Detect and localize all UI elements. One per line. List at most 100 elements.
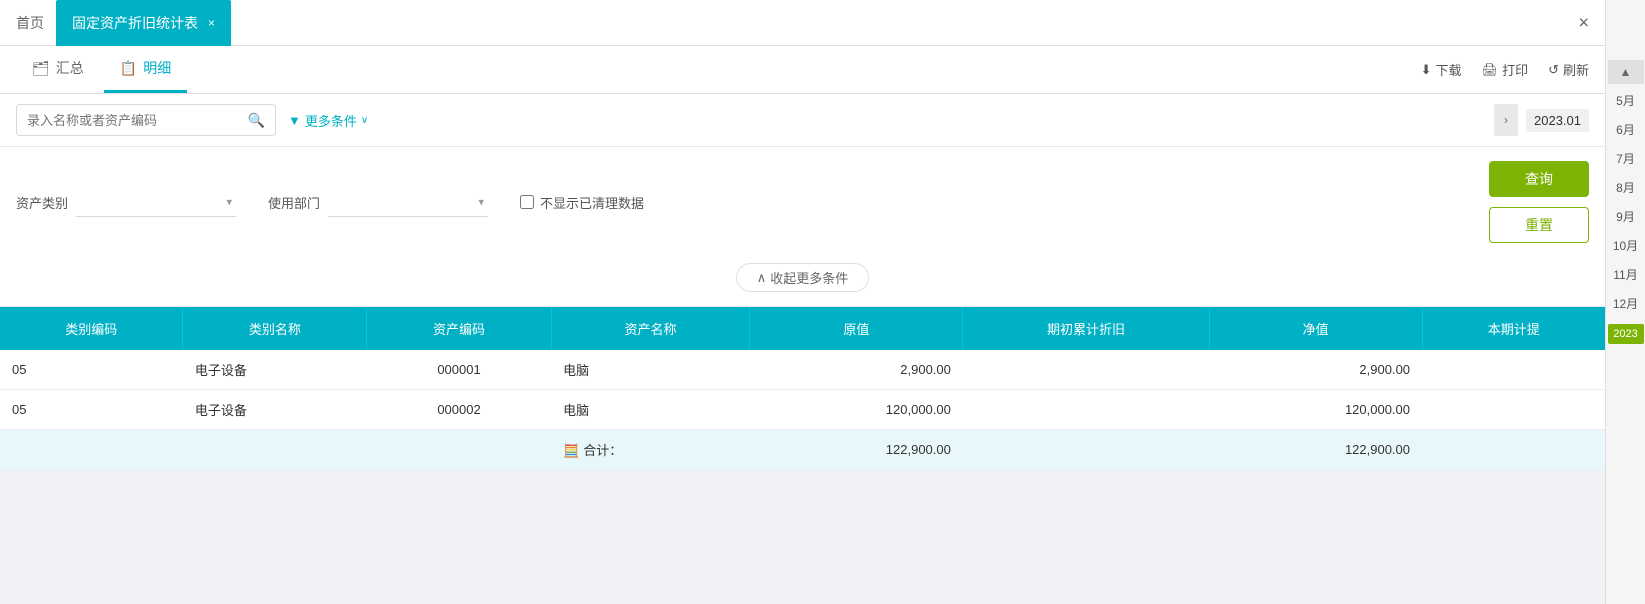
table-row: 05 电子设备 000001 电脑 2,900.00 2,900.00 (0, 350, 1605, 390)
sidebar-month-item[interactable]: 5月 (1608, 86, 1644, 115)
search-input-wrap: 🔍 (16, 104, 276, 136)
cell-cumulative-depreciation (963, 390, 1209, 430)
col-asset-code: 资产编码 (367, 307, 551, 350)
use-department-select-wrap (328, 187, 488, 217)
refresh-label: 刷新 (1563, 60, 1589, 79)
cell-asset-name: 电脑 (551, 350, 750, 390)
asset-category-filter: 资产类别 (16, 187, 236, 217)
cell-net-value: 2,900.00 (1209, 350, 1422, 390)
right-sidebar: ▲ 5月6月7月8月9月10月11月12月 2023 (1605, 0, 1645, 604)
cell-cumulative-depreciation (963, 350, 1209, 390)
sidebar-month-item[interactable]: 6月 (1608, 115, 1644, 144)
sub-tabs-left: 🗂 汇总 📋 明细 (16, 46, 191, 93)
use-department-label: 使用部门 (268, 193, 320, 212)
no-cleared-label: 不显示已清理数据 (540, 193, 644, 212)
search-input[interactable] (27, 113, 248, 128)
calculator-icon: 🧮 (563, 443, 579, 458)
sidebar-month-item[interactable]: 7月 (1608, 144, 1644, 173)
reset-button[interactable]: 重置 (1489, 207, 1589, 243)
date-label: 2023.01 (1526, 109, 1589, 132)
collapse-label: 收起更多条件 (770, 268, 848, 287)
sub-tabs-bar: 🗂 汇总 📋 明细 ⬇ 下载 🖨 打印 ↺ 刷新 (0, 46, 1605, 94)
filter-buttons: 查询 重置 (1489, 161, 1589, 243)
tab-detail[interactable]: 📋 明细 (104, 46, 187, 93)
cell-current-depreciation (1422, 390, 1605, 430)
total-label-cell (0, 430, 551, 470)
table-header-row: 类别编码 类别名称 资产编码 资产名称 原值 期初累计折旧 净值 本期计提 (0, 307, 1605, 350)
asset-category-select-wrap (76, 187, 236, 217)
sidebar-months: 5月6月7月8月9月10月11月12月 (1608, 86, 1644, 318)
asset-category-select[interactable] (76, 187, 236, 217)
filter-row: 资产类别 使用部门 不显示已清理数据 (16, 161, 1589, 243)
cell-category-name: 电子设备 (183, 390, 367, 430)
search-icon: 🔍 (248, 112, 265, 129)
total-label: 🧮合计： (551, 430, 750, 470)
col-asset-name: 资产名称 (551, 307, 750, 350)
use-department-filter: 使用部门 (268, 187, 488, 217)
window-close-button[interactable]: × (1578, 12, 1589, 33)
tab-summary-label: 汇总 (56, 58, 84, 78)
col-cumulative-depreciation: 期初累计折旧 (963, 307, 1209, 350)
active-tab[interactable]: 固定资产折旧统计表 × (56, 0, 231, 46)
sidebar-month-item[interactable]: 11月 (1608, 260, 1644, 289)
cell-asset-code: 000002 (367, 390, 551, 430)
tab-label: 固定资产折旧统计表 (72, 13, 198, 33)
data-table-wrap: 类别编码 类别名称 资产编码 资产名称 原值 期初累计折旧 净值 本期计提 05… (0, 307, 1605, 470)
year-badge[interactable]: 2023 (1608, 324, 1644, 344)
tab-summary[interactable]: 🗂 汇总 (16, 46, 100, 93)
total-cumulative-depreciation (963, 430, 1209, 470)
toolbar-area: ⬇ 下载 🖨 打印 ↺ 刷新 (1421, 60, 1589, 79)
print-icon: 🖨 (1482, 62, 1499, 78)
use-department-select[interactable] (328, 187, 488, 217)
cell-original-value: 2,900.00 (750, 350, 963, 390)
cell-original-value: 120,000.00 (750, 390, 963, 430)
col-category-name: 类别名称 (183, 307, 367, 350)
expand-panel-button[interactable]: › (1494, 104, 1518, 136)
cell-asset-name: 电脑 (551, 390, 750, 430)
sidebar-month-item[interactable]: 9月 (1608, 202, 1644, 231)
col-net-value: 净值 (1209, 307, 1422, 350)
cell-category-code: 05 (0, 350, 183, 390)
sidebar-month-item[interactable]: 8月 (1608, 173, 1644, 202)
table-row: 05 电子设备 000002 电脑 120,000.00 120,000.00 (0, 390, 1605, 430)
search-bar: 🔍 ▼ 更多条件 ∨ › 2023.01 (0, 94, 1605, 147)
sidebar-up-button[interactable]: ▲ (1608, 60, 1644, 84)
print-button[interactable]: 🖨 打印 (1482, 60, 1529, 79)
download-icon: ⬇ (1421, 62, 1432, 78)
total-net-value: 122,900.00 (1209, 430, 1422, 470)
detail-icon: 📋 (120, 60, 137, 77)
collapse-more-area: ∧ 收起更多条件 (16, 255, 1589, 296)
more-conditions-button[interactable]: ▼ 更多条件 ∨ (288, 111, 368, 130)
cell-category-code: 05 (0, 390, 183, 430)
refresh-button[interactable]: ↺ 刷新 (1548, 60, 1589, 79)
tab-detail-label: 明细 (143, 58, 171, 78)
top-nav: 首页 固定资产折旧统计表 × × (0, 0, 1605, 46)
download-button[interactable]: ⬇ 下载 (1421, 60, 1462, 79)
total-row: 🧮合计： 122,900.00 122,900.00 (0, 430, 1605, 470)
cell-net-value: 120,000.00 (1209, 390, 1422, 430)
col-original-value: 原值 (750, 307, 963, 350)
filter-icon: ▼ (288, 113, 301, 128)
tab-close-icon[interactable]: × (208, 16, 215, 30)
refresh-icon: ↺ (1548, 62, 1559, 78)
col-category-code: 类别编码 (0, 307, 183, 350)
sidebar-month-item[interactable]: 10月 (1608, 231, 1644, 260)
chevron-down-icon: ∨ (361, 115, 368, 126)
total-current-depreciation (1422, 430, 1605, 470)
total-original-value: 122,900.00 (750, 430, 963, 470)
sidebar-month-item[interactable]: 12月 (1608, 289, 1644, 318)
no-cleared-checkbox[interactable] (520, 195, 534, 209)
col-current-depreciation: 本期计提 (1422, 307, 1605, 350)
home-tab[interactable]: 首页 (16, 13, 56, 33)
chevron-up-icon: ∧ (757, 270, 767, 286)
cell-category-name: 电子设备 (183, 350, 367, 390)
print-label: 打印 (1502, 60, 1528, 79)
cell-asset-code: 000001 (367, 350, 551, 390)
data-table: 类别编码 类别名称 资产编码 资产名称 原值 期初累计折旧 净值 本期计提 05… (0, 307, 1605, 470)
asset-category-label: 资产类别 (16, 193, 68, 212)
download-label: 下载 (1436, 60, 1462, 79)
cell-current-depreciation (1422, 350, 1605, 390)
layers-icon: 🗂 (32, 60, 50, 77)
collapse-more-button[interactable]: ∧ 收起更多条件 (736, 263, 870, 292)
query-button[interactable]: 查询 (1489, 161, 1589, 197)
